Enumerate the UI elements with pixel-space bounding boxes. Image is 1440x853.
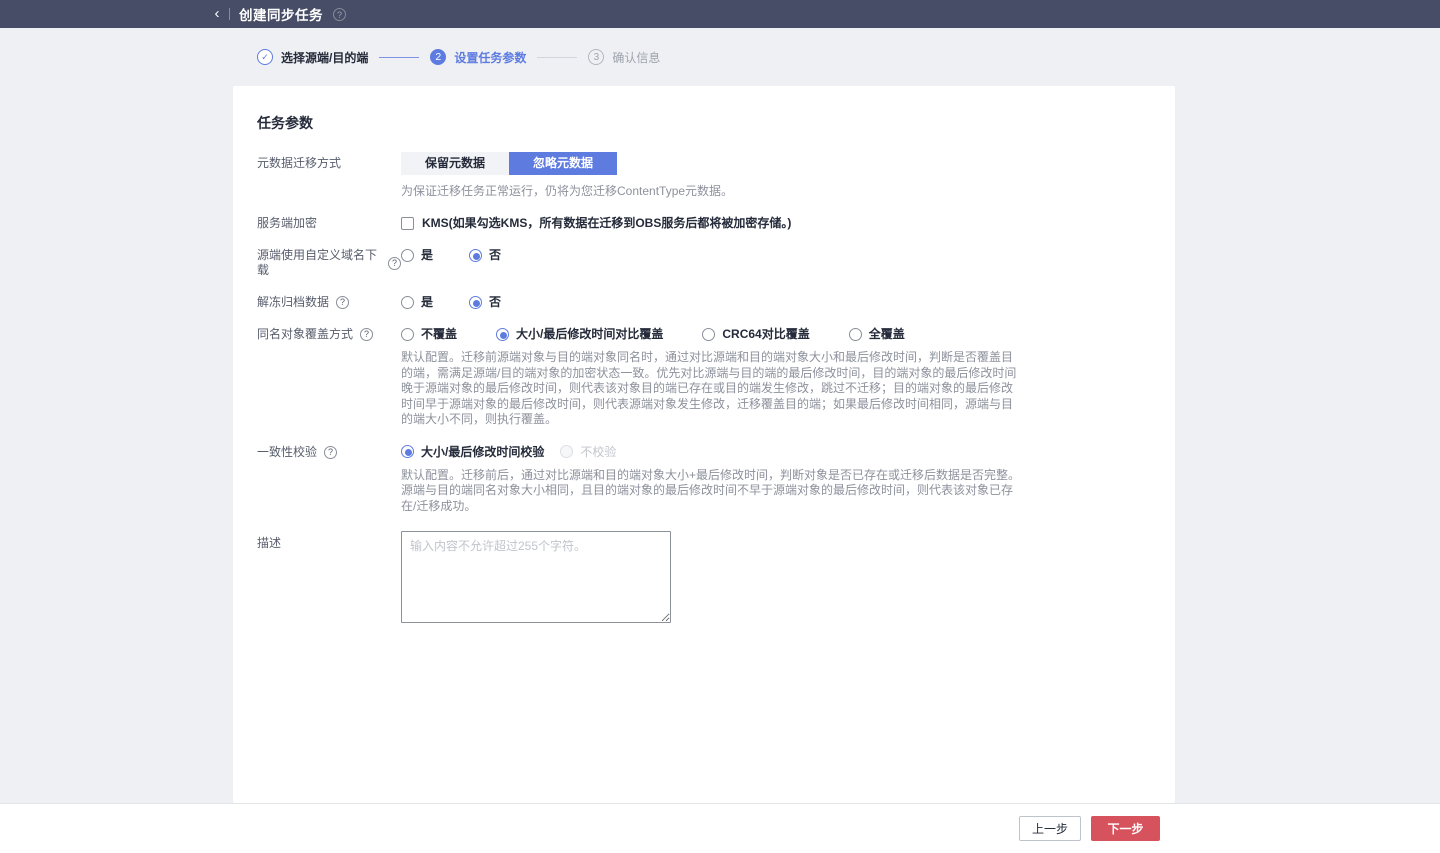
custom-domain-label-text: 源端使用自定义域名下载	[257, 248, 378, 277]
step-1-label: 选择源端/目的端	[281, 50, 369, 65]
radio-label: 全覆盖	[868, 327, 905, 341]
restore-archive-radio-group: 是 否	[401, 295, 1151, 309]
step-3-number: 3	[588, 49, 605, 65]
description-textarea[interactable]	[401, 531, 671, 623]
consistency-check-label: 一致性校验 ?	[257, 445, 401, 460]
radio-label: 大小/最后修改时间对比覆盖	[516, 327, 664, 341]
overwrite-radio-none[interactable]: 不覆盖	[401, 327, 457, 341]
previous-step-button[interactable]: 上一步	[1019, 816, 1081, 841]
step-3-label: 确认信息	[612, 50, 661, 65]
radio-circle-icon[interactable]	[401, 327, 414, 341]
step-indicator: ✓ 选择源端/目的端 2 设置任务参数 3 确认信息	[0, 28, 1440, 86]
restore-archive-label: 解冻归档数据 ?	[257, 295, 401, 310]
task-params-panel: 任务参数 元数据迁移方式 保留元数据 忽略元数据 为保证迁移任务正常运行，仍将为…	[233, 86, 1175, 803]
form-row-server-encryption: 服务端加密 KMS(如果勾选KMS，所有数据在迁移到OBS服务后都将被加密存储。…	[257, 216, 1151, 231]
consistency-radio-size-mtime[interactable]: 大小/最后修改时间校验	[401, 445, 544, 459]
consistency-radio-group: 大小/最后修改时间校验 不校验	[401, 445, 1151, 459]
custom-domain-label: 源端使用自定义域名下载 ?	[257, 248, 401, 278]
radio-label: 否	[489, 248, 502, 262]
radio-circle-icon[interactable]	[496, 327, 510, 341]
restore-archive-help-icon[interactable]: ?	[336, 296, 350, 309]
next-step-button[interactable]: 下一步	[1091, 816, 1160, 841]
radio-label: 不校验	[580, 444, 617, 459]
checkbox-box-icon[interactable]	[401, 216, 414, 230]
radio-circle-icon[interactable]	[401, 295, 414, 309]
page-title: 创建同步任务	[239, 8, 323, 23]
step-1-source-destination[interactable]: ✓ 选择源端/目的端	[257, 49, 368, 66]
overwrite-mode-description: 默认配置。迁移前源端对象与目的端对象同名时，通过对比源端和目的端对象大小和最后修…	[401, 350, 1017, 426]
restore-radio-yes[interactable]: 是	[401, 295, 433, 309]
radio-label: 是	[421, 295, 434, 309]
consistency-check-label-text: 一致性校验	[257, 444, 318, 459]
consistency-check-help-icon[interactable]: ?	[324, 445, 338, 459]
step-connector	[537, 56, 578, 58]
restore-archive-label-text: 解冻归档数据	[257, 295, 330, 309]
wizard-footer: 上一步 下一步	[0, 803, 1440, 853]
radio-circle-icon	[560, 445, 574, 458]
step-2-number: 2	[430, 49, 447, 65]
overwrite-radio-crc64[interactable]: CRC64对比覆盖	[702, 327, 810, 341]
radio-circle-icon[interactable]	[848, 327, 862, 341]
radio-label: 不覆盖	[421, 327, 458, 341]
radio-circle-icon[interactable]	[702, 327, 716, 341]
overwrite-radio-size-mtime[interactable]: 大小/最后修改时间对比覆盖	[496, 327, 663, 341]
radio-label: 是	[421, 248, 434, 262]
custom-domain-help-icon[interactable]: ?	[388, 256, 401, 270]
overwrite-radio-all[interactable]: 全覆盖	[848, 327, 905, 341]
radio-circle-icon[interactable]	[401, 248, 414, 262]
step-3-confirm: 3 确认信息	[588, 49, 660, 66]
step-connector	[379, 56, 420, 58]
radio-circle-icon[interactable]	[469, 295, 483, 309]
restore-radio-no[interactable]: 否	[469, 295, 501, 309]
consistency-radio-none: 不校验	[560, 445, 616, 459]
form-row-restore-archive: 解冻归档数据 ? 是 否	[257, 295, 1151, 310]
overwrite-radio-group: 不覆盖 大小/最后修改时间对比覆盖 CRC64对比覆盖 全覆盖	[401, 327, 1151, 341]
overwrite-mode-help-icon[interactable]: ?	[360, 328, 374, 341]
description-label: 描述	[257, 536, 282, 550]
radio-circle-icon[interactable]	[401, 445, 414, 458]
top-bar: ‹ 创建同步任务 ?	[0, 0, 1440, 28]
title-help-icon[interactable]: ?	[333, 7, 346, 21]
radio-circle-icon[interactable]	[469, 248, 483, 262]
divider	[229, 8, 230, 20]
form-row-custom-domain: 源端使用自定义域名下载 ? 是 否	[257, 248, 1151, 278]
form-row-description: 描述	[257, 531, 1151, 628]
custom-domain-radio-yes[interactable]: 是	[401, 248, 433, 262]
server-encryption-label: 服务端加密	[257, 216, 318, 230]
custom-domain-radio-group: 是 否	[401, 248, 1151, 262]
section-title: 任务参数	[257, 115, 313, 131]
back-icon[interactable]: ‹	[210, 1, 224, 27]
overwrite-mode-label-text: 同名对象覆盖方式	[257, 327, 354, 341]
ignore-metadata-button[interactable]: 忽略元数据	[509, 152, 618, 175]
metadata-toggle-group: 保留元数据 忽略元数据	[401, 152, 1151, 175]
radio-label: 大小/最后修改时间校验	[421, 444, 545, 459]
overwrite-mode-label: 同名对象覆盖方式 ?	[257, 327, 401, 342]
step-2-label: 设置任务参数	[454, 50, 527, 65]
metadata-migration-label: 元数据迁移方式	[257, 156, 342, 170]
custom-domain-radio-no[interactable]: 否	[469, 248, 501, 262]
step-2-task-params[interactable]: 2 设置任务参数	[430, 49, 526, 66]
radio-label: 否	[489, 295, 502, 309]
step-1-check-icon: ✓	[257, 49, 273, 65]
keep-metadata-button[interactable]: 保留元数据	[401, 152, 510, 175]
consistency-check-description: 默认配置。迁移前后，通过对比源端和目的端对象大小+最后修改时间，判断对象是否已存…	[401, 467, 1021, 513]
form-row-overwrite-mode: 同名对象覆盖方式 ? 不覆盖 大小/最后修改时间对比覆盖 CRC64对比覆盖 全…	[257, 327, 1151, 428]
kms-checkbox-label: KMS(如果勾选KMS，所有数据在迁移到OBS服务后都将被加密存储。)	[422, 216, 792, 230]
radio-label: CRC64对比覆盖	[722, 327, 810, 341]
kms-checkbox[interactable]: KMS(如果勾选KMS，所有数据在迁移到OBS服务后都将被加密存储。)	[401, 216, 1151, 230]
form-row-consistency-check: 一致性校验 ? 大小/最后修改时间校验 不校验 默认配置。迁移前后，通过对比源端…	[257, 445, 1151, 515]
form-row-metadata-migration: 元数据迁移方式 保留元数据 忽略元数据 为保证迁移任务正常运行，仍将为您迁移Co…	[257, 152, 1151, 199]
metadata-hint-text: 为保证迁移任务正常运行，仍将为您迁移ContentType元数据。	[401, 184, 734, 198]
